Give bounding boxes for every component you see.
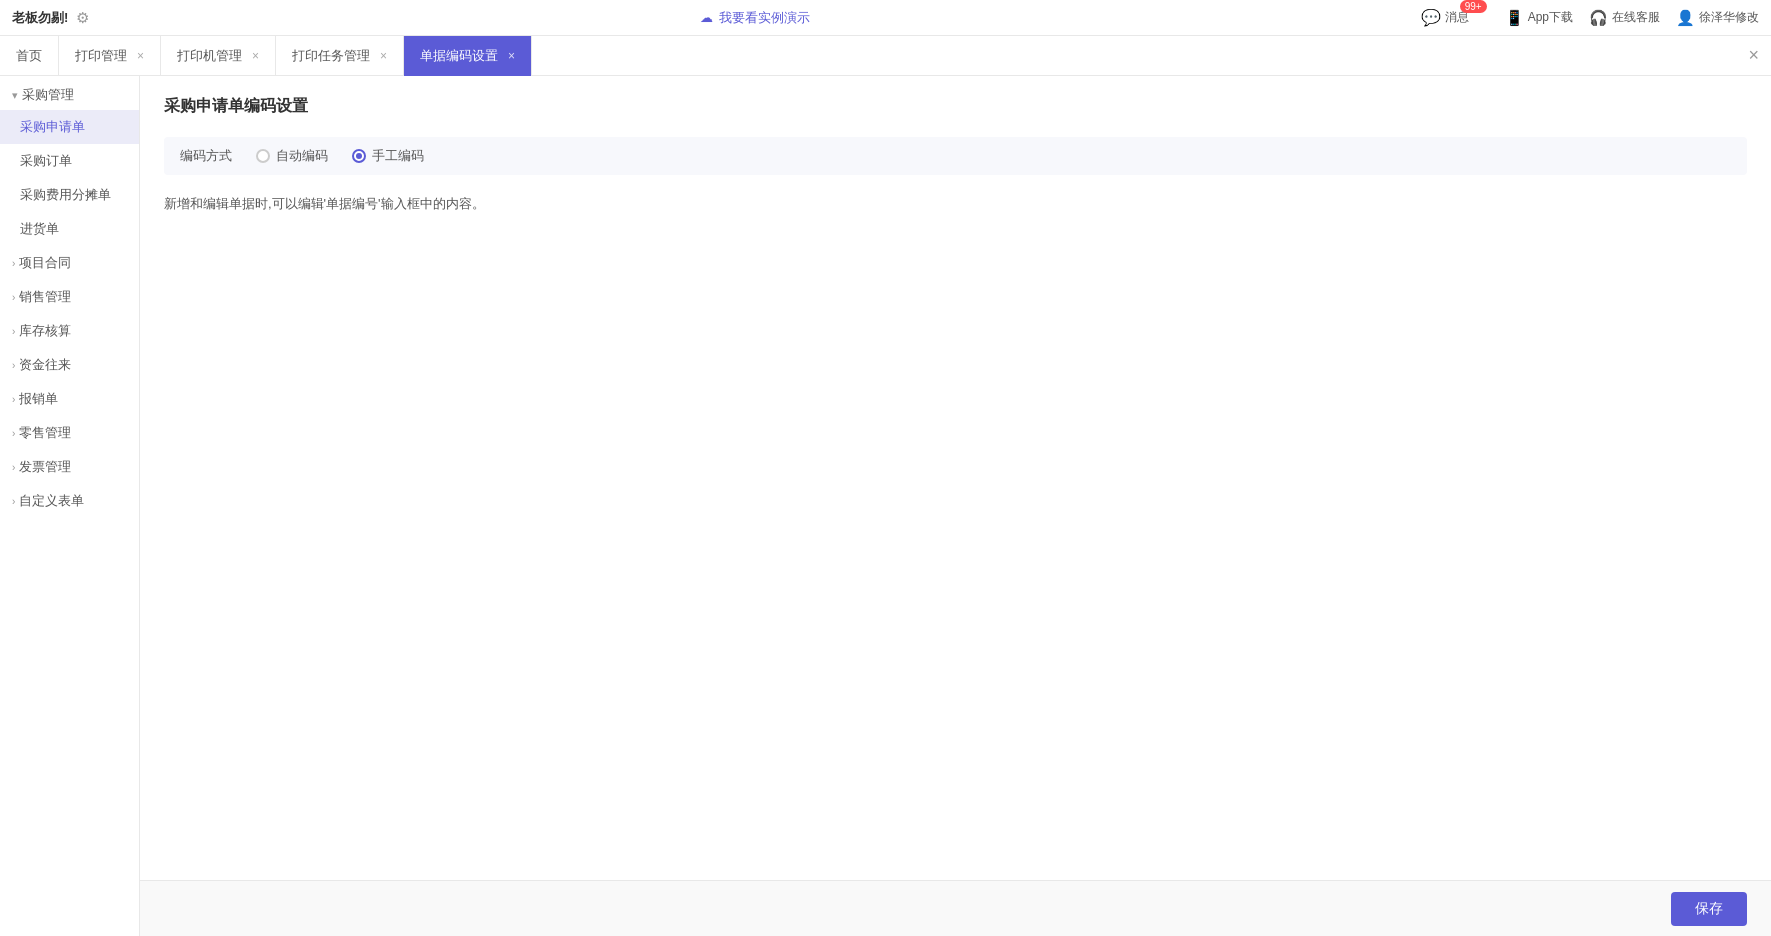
tab-home-label: 首页 (16, 47, 42, 65)
retail-manage-arrow: › (12, 428, 15, 439)
app-icon: 📱 (1505, 9, 1524, 27)
tab-print-task-manage-label: 打印任务管理 (292, 47, 370, 65)
sidebar-item-purchase-expense[interactable]: 采购费用分摊单 (0, 178, 139, 212)
incoming-label: 进货单 (20, 221, 59, 236)
tab-print-manage-label: 打印管理 (75, 47, 127, 65)
content-body: 采购申请单编码设置 编码方式 自动编码 手工编码 新增和编辑单据时,可以编辑'单… (140, 76, 1771, 880)
custom-form-label: 自定义表单 (19, 492, 84, 510)
message-icon: 💬 (1421, 8, 1441, 27)
purchase-order-label: 采购订单 (20, 153, 72, 168)
sidebar-item-purchase-request[interactable]: 采购申请单 (0, 110, 139, 144)
invoice-manage-arrow: › (12, 462, 15, 473)
page-title: 采购申请单编码设置 (164, 96, 1747, 117)
sidebar: ▾ 采购管理 采购申请单 采购订单 采购费用分摊单 进货单 › 项目合同 › 销… (0, 76, 140, 936)
project-contract-arrow: › (12, 258, 15, 269)
user-avatar-icon: 👤 (1676, 9, 1695, 27)
user-name: 徐泽华修改 (1699, 9, 1759, 26)
sidebar-group-retail-manage[interactable]: › 零售管理 (0, 416, 139, 450)
tab-printer-manage-label: 打印机管理 (177, 47, 242, 65)
sidebar-group-fund[interactable]: › 资金往来 (0, 348, 139, 382)
online-service-btn[interactable]: 🎧 在线客服 (1589, 9, 1660, 27)
top-bar-left: 老板勿剔! ⚙ (12, 9, 89, 27)
tab-single-code-setting[interactable]: 单据编码设置 × (404, 36, 532, 76)
sidebar-group-invoice-manage[interactable]: › 发票管理 (0, 450, 139, 484)
coding-method-row: 编码方式 自动编码 手工编码 (164, 137, 1747, 175)
purchase-request-label: 采购申请单 (20, 119, 85, 134)
app-download-btn[interactable]: 📱 App下载 (1505, 9, 1573, 27)
project-contract-label: 项目合同 (19, 254, 71, 272)
tab-print-task-manage-close[interactable]: × (380, 49, 387, 63)
manual-code-option[interactable]: 手工编码 (352, 147, 424, 165)
inventory-label: 库存核算 (19, 322, 71, 340)
message-btn[interactable]: 💬 消息 99+ (1421, 8, 1469, 27)
sales-manage-label: 销售管理 (19, 288, 71, 306)
purchase-manage-label: 采购管理 (22, 86, 74, 104)
hint-text: 新增和编辑单据时,可以编辑'单据编号'输入框中的内容。 (164, 195, 1747, 213)
logo-text: 老板勿剔! (12, 9, 68, 27)
message-badge: 99+ (1460, 0, 1487, 13)
return-label: 报销单 (19, 390, 58, 408)
tab-printer-manage[interactable]: 打印机管理 × (161, 36, 276, 76)
tab-home[interactable]: 首页 (0, 36, 59, 76)
tab-printer-manage-close[interactable]: × (252, 49, 259, 63)
purchase-manage-arrow: ▾ (12, 89, 18, 102)
sidebar-group-custom-form[interactable]: › 自定义表单 (0, 484, 139, 518)
tab-print-manage-close[interactable]: × (137, 49, 144, 63)
cloud-icon: ☁ (700, 10, 713, 25)
close-all-btn[interactable]: × (1736, 45, 1771, 66)
auto-code-label: 自动编码 (276, 147, 328, 165)
sidebar-item-purchase-order[interactable]: 采购订单 (0, 144, 139, 178)
purchase-expense-label: 采购费用分摊单 (20, 187, 111, 202)
content-area: 采购申请单编码设置 编码方式 自动编码 手工编码 新增和编辑单据时,可以编辑'单… (140, 76, 1771, 936)
auto-code-radio[interactable] (256, 149, 270, 163)
custom-form-arrow: › (12, 496, 15, 507)
return-arrow: › (12, 394, 15, 405)
content-footer: 保存 (140, 880, 1771, 936)
fund-arrow: › (12, 360, 15, 371)
save-button[interactable]: 保存 (1671, 892, 1747, 926)
tab-single-code-setting-close[interactable]: × (508, 49, 515, 63)
tab-print-task-manage[interactable]: 打印任务管理 × (276, 36, 404, 76)
sales-manage-arrow: › (12, 292, 15, 303)
retail-manage-label: 零售管理 (19, 424, 71, 442)
top-bar: 老板勿剔! ⚙ ☁ 我要看实例演示 💬 消息 99+ 📱 App下载 🎧 在线客… (0, 0, 1771, 36)
app-download-label: App下载 (1528, 9, 1573, 26)
tab-single-code-setting-label: 单据编码设置 (420, 47, 498, 65)
sidebar-group-sales-manage[interactable]: › 销售管理 (0, 280, 139, 314)
tab-print-manage[interactable]: 打印管理 × (59, 36, 161, 76)
sidebar-group-return[interactable]: › 报销单 (0, 382, 139, 416)
invoice-manage-label: 发票管理 (19, 458, 71, 476)
auto-code-option[interactable]: 自动编码 (256, 147, 328, 165)
top-bar-center[interactable]: ☁ 我要看实例演示 (700, 9, 810, 27)
sidebar-group-purchase-manage[interactable]: ▾ 采购管理 (0, 76, 139, 110)
headset-icon: 🎧 (1589, 9, 1608, 27)
online-service-label: 在线客服 (1612, 9, 1660, 26)
tab-bar: 首页 打印管理 × 打印机管理 × 打印任务管理 × 单据编码设置 × × (0, 36, 1771, 76)
coding-method-label: 编码方式 (180, 147, 232, 165)
manual-code-label: 手工编码 (372, 147, 424, 165)
sidebar-item-incoming[interactable]: 进货单 (0, 212, 139, 246)
fund-label: 资金往来 (19, 356, 71, 374)
inventory-arrow: › (12, 326, 15, 337)
demo-link[interactable]: 我要看实例演示 (719, 9, 810, 27)
user-btn[interactable]: 👤 徐泽华修改 (1676, 9, 1759, 27)
sidebar-group-inventory[interactable]: › 库存核算 (0, 314, 139, 348)
top-bar-right: 💬 消息 99+ 📱 App下载 🎧 在线客服 👤 徐泽华修改 (1421, 8, 1759, 27)
manual-code-radio[interactable] (352, 149, 366, 163)
main-layout: ▾ 采购管理 采购申请单 采购订单 采购费用分摊单 进货单 › 项目合同 › 销… (0, 76, 1771, 936)
settings-icon[interactable]: ⚙ (76, 9, 89, 27)
sidebar-group-project-contract[interactable]: › 项目合同 (0, 246, 139, 280)
